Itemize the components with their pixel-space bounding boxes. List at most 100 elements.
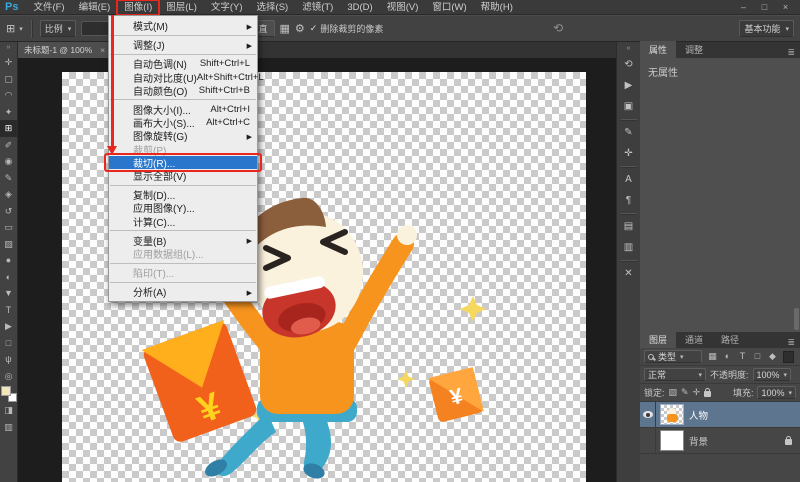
menubar-item[interactable]: 选择(S) — [250, 0, 296, 15]
delete-cropped-pixels-checkbox[interactable]: ✓ 删除裁剪的像素 — [310, 22, 384, 35]
menubar-item[interactable]: 窗口(W) — [425, 0, 473, 15]
filter-smart-object-icon[interactable]: ◆ — [766, 351, 779, 362]
window-minimize-button[interactable]: – — [735, 1, 752, 14]
type-tool[interactable]: T — [0, 302, 18, 319]
menubar-item[interactable]: 图层(L) — [159, 0, 204, 15]
menu-item[interactable]: 计算(C)... — [109, 214, 257, 227]
crop-ratio-dropdown[interactable]: 比例 ▾ — [40, 20, 77, 37]
menu-item[interactable]: 裁切(R)... — [109, 156, 257, 169]
menubar-item[interactable]: 编辑(E) — [72, 0, 118, 15]
workspace-switcher[interactable]: 基本功能 ▾ — [739, 20, 794, 37]
color-swatches[interactable] — [1, 386, 17, 402]
menubar-item[interactable]: 图像(I) — [117, 0, 159, 15]
tab-layers[interactable]: 图层 — [640, 331, 676, 348]
character-icon[interactable]: A — [618, 169, 640, 190]
tool-preset-dropdown-icon[interactable]: ▾ — [19, 25, 23, 33]
gradient-tool[interactable]: ▨ — [0, 236, 18, 253]
quick-selection-tool[interactable]: ✦ — [0, 104, 18, 121]
window-maximize-button[interactable]: □ — [756, 1, 773, 14]
filter-shape-icon[interactable]: □ — [751, 351, 764, 362]
reset-icon[interactable]: ⟲ — [553, 21, 563, 35]
menubar-item[interactable]: 滤镜(T) — [295, 0, 340, 15]
filter-toggle[interactable] — [783, 351, 794, 363]
layer-thumbnail[interactable] — [660, 430, 684, 451]
clone-source-icon[interactable]: ▣ — [618, 96, 640, 117]
menu-item[interactable]: 应用图像(Y)... — [109, 201, 257, 214]
screen-mode-button[interactable]: ▥ — [0, 419, 18, 436]
panel-menu-icon[interactable]: ≣ — [787, 337, 800, 348]
menubar-item[interactable]: 帮助(H) — [474, 0, 520, 15]
paragraph-icon[interactable]: ¶ — [618, 190, 640, 211]
eraser-tool[interactable]: ▭ — [0, 219, 18, 236]
foreground-color-swatch[interactable] — [1, 386, 11, 396]
notes-icon[interactable]: ▥ — [618, 237, 640, 258]
layer-row-character[interactable]: 人物 — [640, 402, 800, 428]
actions-icon[interactable]: ▶ — [618, 75, 640, 96]
menu-item[interactable]: 画布大小(S)...Alt+Ctrl+C — [109, 116, 257, 129]
menubar-item[interactable]: 文件(F) — [26, 0, 71, 15]
visibility-toggle[interactable] — [640, 402, 656, 427]
tab-properties[interactable]: 属性 — [640, 41, 676, 58]
menu-item[interactable]: 显示全部(V) — [109, 169, 257, 182]
libraries-icon[interactable]: ▤ — [618, 216, 640, 237]
menu-item[interactable]: 自动色调(N)Shift+Ctrl+L — [109, 57, 257, 70]
collapse-panels-icon[interactable]: « — [627, 44, 631, 54]
lock-transparent-icon[interactable]: ▨ — [669, 387, 678, 398]
move-tool[interactable]: ✛ — [0, 54, 18, 71]
filter-type-icon[interactable]: T — [736, 351, 749, 362]
history-icon[interactable]: ⟲ — [618, 54, 640, 75]
shape-tool[interactable]: □ — [0, 335, 18, 352]
dodge-tool[interactable]: ◐ — [0, 269, 18, 286]
brush-presets-icon[interactable]: ✎ — [618, 122, 640, 143]
menubar-item[interactable]: 视图(V) — [380, 0, 426, 15]
hand-tool[interactable]: ψ — [0, 351, 18, 368]
menu-item[interactable]: 自动对比度(U)Alt+Shift+Ctrl+L — [109, 71, 257, 84]
fill-dropdown[interactable]: 100% ▾ — [757, 386, 796, 399]
panel-menu-icon[interactable]: ≣ — [787, 47, 800, 58]
close-tab-icon[interactable]: × — [100, 42, 105, 58]
crop-tool[interactable]: ⊞ — [0, 120, 18, 137]
tab-adjustments[interactable]: 调整 — [676, 41, 712, 58]
tab-channels[interactable]: 通道 — [676, 331, 712, 348]
collapse-toolbar-icon[interactable]: » — [7, 42, 11, 54]
tab-paths[interactable]: 路径 — [712, 331, 748, 348]
scrollbar[interactable] — [794, 308, 799, 330]
window-close-button[interactable]: × — [777, 1, 794, 14]
menu-item[interactable]: 模式(M)▶ — [109, 19, 257, 32]
layer-row-background[interactable]: 背景 — [640, 428, 800, 454]
lock-pixels-icon[interactable]: ✎ — [681, 387, 689, 398]
menu-item[interactable]: 变量(B)▶ — [109, 234, 257, 247]
filter-adjustment-icon[interactable]: ◐ — [721, 351, 734, 362]
menu-item[interactable]: 图像大小(I)...Alt+Ctrl+I — [109, 103, 257, 116]
filter-pixel-layer-icon[interactable]: ▦ — [706, 351, 719, 362]
overlay-options-icon[interactable]: ▦ — [280, 22, 290, 35]
menubar-item[interactable]: 3D(D) — [340, 0, 379, 15]
brush-tool[interactable]: ✎ — [0, 170, 18, 187]
blend-mode-dropdown[interactable]: 正常 ▾ — [644, 368, 706, 381]
path-selection-tool[interactable]: ▶ — [0, 318, 18, 335]
layer-name[interactable]: 背景 — [689, 434, 708, 448]
eyedropper-tool[interactable]: ✐ — [0, 137, 18, 154]
menu-item[interactable]: 图像旋转(G)▶ — [109, 129, 257, 142]
menu-item[interactable]: 自动颜色(O)Shift+Ctrl+B — [109, 84, 257, 97]
layer-thumbnail[interactable] — [660, 404, 684, 425]
menubar-item[interactable]: 文字(Y) — [204, 0, 250, 15]
visibility-toggle[interactable] — [640, 428, 656, 453]
quick-mask-button[interactable]: ◨ — [0, 402, 18, 419]
menu-item[interactable]: 分析(A)▶ — [109, 285, 257, 298]
blur-tool[interactable]: ● — [0, 252, 18, 269]
lock-position-icon[interactable]: ✛ — [693, 387, 701, 398]
history-brush-tool[interactable]: ↺ — [0, 203, 18, 220]
menu-item[interactable]: 复制(D)... — [109, 188, 257, 201]
menu-item[interactable]: 调整(J)▶ — [109, 38, 257, 51]
zoom-tool[interactable]: ◎ — [0, 368, 18, 385]
healing-brush-tool[interactable]: ◉ — [0, 153, 18, 170]
crop-settings-gear-icon[interactable]: ⚙ — [295, 22, 305, 35]
close-icon[interactable]: ✕ — [618, 263, 640, 284]
clone-stamp-tool[interactable]: ◈ — [0, 186, 18, 203]
tool-presets-icon[interactable]: ✛ — [618, 143, 640, 164]
crop-tool-icon[interactable]: ⊞ — [6, 22, 15, 35]
filter-type-dropdown[interactable]: 类型 ▾ — [644, 350, 702, 363]
marquee-tool[interactable]: ▢ — [0, 71, 18, 88]
opacity-dropdown[interactable]: 100% ▾ — [753, 368, 792, 381]
